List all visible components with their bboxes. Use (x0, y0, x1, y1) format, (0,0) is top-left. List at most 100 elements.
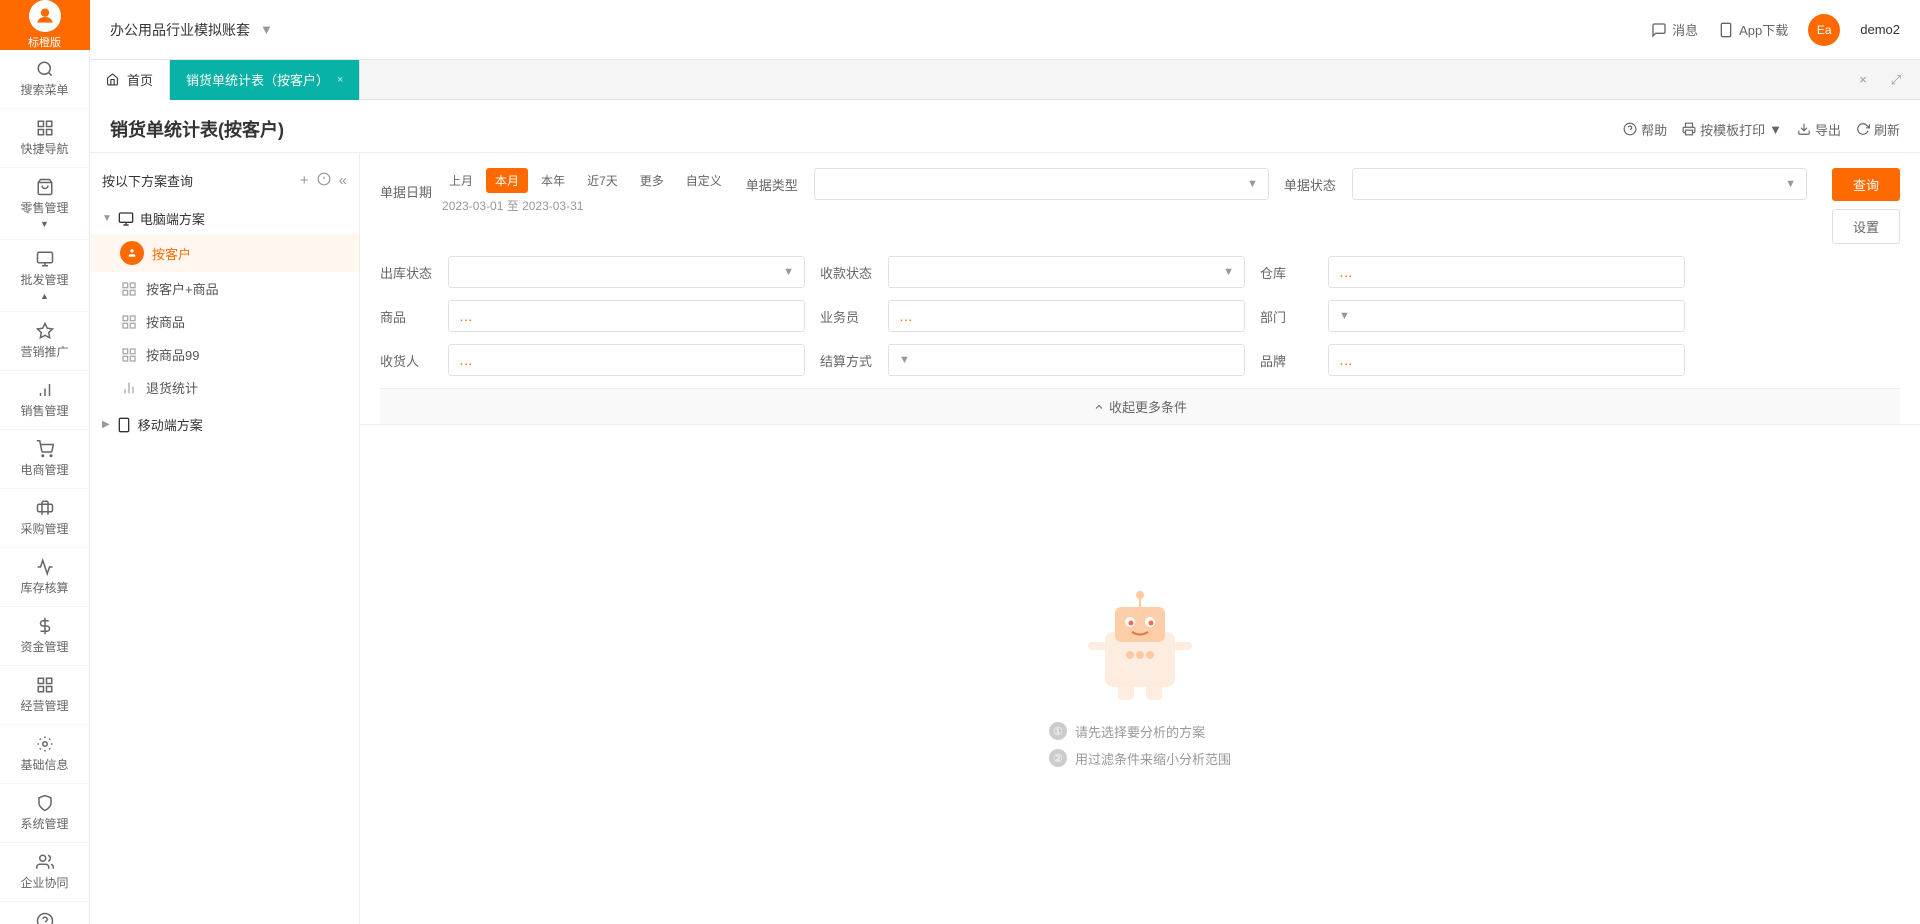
scheme-collapse-icon[interactable]: « (339, 172, 347, 189)
tab-close-button[interactable]: × (1849, 66, 1877, 94)
topbar: 办公用品行业模拟账套 ▼ 消息 App下载 Ea demo2 (90, 0, 1920, 60)
sidebar-item-inventory[interactable]: 库存核算 (0, 548, 90, 607)
staff-input[interactable]: … (888, 300, 1245, 332)
product-input[interactable]: … (448, 300, 805, 332)
date-btn-this-month[interactable]: 本月 (486, 168, 528, 193)
sidebar-item-sales[interactable]: 销售管理 (0, 371, 90, 430)
scheme-edit-icon[interactable] (317, 172, 331, 190)
scheme-add-icon[interactable]: + (300, 172, 309, 189)
out-status-label: 出库状态 (380, 263, 440, 282)
filter-area: 单据日期 上月 本月 本年 近7天 更多 自定义 2023-03-01 至 20… (360, 153, 1920, 425)
sidebar-item-search[interactable]: 搜索菜单 (0, 50, 90, 109)
sidebar-item-wholesale[interactable]: 批发管理 ▲ (0, 240, 90, 312)
receipt-status-input[interactable]: ▼ (888, 256, 1245, 288)
tab-sales-stats[interactable]: 销货单统计表（按客户） × (170, 60, 360, 100)
collapse-bar[interactable]: 收起更多条件 (380, 388, 1900, 424)
message-button[interactable]: 消息 (1651, 20, 1698, 39)
product-label: 商品 (380, 307, 440, 326)
doc-type-label: 单据类型 (746, 175, 806, 194)
consignee-label: 收货人 (380, 351, 440, 370)
date-btn-this-year[interactable]: 本年 (532, 168, 574, 193)
brand-input[interactable]: … (1328, 344, 1685, 376)
sidebar-item-ops[interactable]: 经营管理 (0, 666, 90, 725)
scheme-item-chart-icon (120, 379, 138, 397)
sidebar-item-nav[interactable]: 快捷导航 (0, 109, 90, 168)
sidebar-item-base[interactable]: 基础信息 (0, 725, 90, 784)
user-avatar[interactable]: Ea (1808, 14, 1840, 46)
filter-row-3: 商品 … 业务员 … 部门 ▼ (380, 300, 1900, 332)
filter-dept: 部门 ▼ (1260, 300, 1685, 332)
empty-state-tip-2: ② 用过滤条件来缩小分析范围 (1049, 749, 1231, 768)
help-button[interactable]: 帮助 (1623, 120, 1667, 139)
tab-home[interactable]: 首页 (90, 60, 170, 100)
filter-out-status: 出库状态 ▼ (380, 256, 805, 288)
print-button[interactable]: 按模板打印 ▼ (1682, 120, 1782, 139)
filter-warehouse: 仓库 … (1260, 256, 1685, 288)
scheme-item-product-99[interactable]: 按商品99 (90, 338, 359, 371)
logo[interactable]: 标橙版 (0, 0, 90, 50)
out-status-input[interactable]: ▼ (448, 256, 805, 288)
payment-label: 结算方式 (820, 351, 880, 370)
sidebar-item-purchase[interactable]: 采购管理 (0, 489, 90, 548)
tab-close-icon[interactable]: × (337, 74, 343, 86)
date-btn-custom[interactable]: 自定义 (677, 168, 731, 193)
scheme-group-mobile-expand-icon: ▶ (102, 419, 110, 430)
scheme-panel: 按以下方案查询 + « ▼ 电脑端方案 (90, 153, 360, 924)
active-dot (120, 241, 144, 265)
sidebar-item-retail[interactable]: 零售管理 ▼ (0, 168, 90, 240)
sidebar-item-newbie[interactable]: 新手引导 (0, 902, 90, 924)
brand-label: 品牌 (1260, 351, 1320, 370)
scheme-item-customer-product[interactable]: 按客户+商品 (90, 272, 359, 305)
date-btn-last-month[interactable]: 上月 (440, 168, 482, 193)
page-title: 销货单统计表(按客户) (110, 116, 284, 142)
scheme-group-mobile: ▶ 移动端方案 (90, 409, 359, 440)
sidebar-item-marketing[interactable]: 营销推广 (0, 312, 90, 371)
refresh-button[interactable]: 刷新 (1856, 120, 1900, 139)
scheme-item-by-customer[interactable]: 按客户 (90, 234, 359, 272)
tab-maximize-button[interactable]: ⤢ (1882, 66, 1910, 94)
tabbar-actions: × ⤢ (1849, 66, 1920, 94)
scheme-item-box-icon (120, 313, 138, 331)
filter-receipt-status: 收款状态 ▼ (820, 256, 1245, 288)
tab-home-label: 首页 (127, 70, 153, 89)
page-actions: 帮助 按模板打印 ▼ 导出 刷新 (1623, 120, 1900, 139)
staff-label: 业务员 (820, 307, 880, 326)
topbar-dropdown-icon[interactable]: ▼ (260, 22, 273, 37)
scheme-group-desktop-header[interactable]: ▼ 电脑端方案 (90, 203, 359, 234)
scheme-group-mobile-header[interactable]: ▶ 移动端方案 (90, 409, 359, 440)
app-download-button[interactable]: App下载 (1718, 20, 1788, 39)
payment-input[interactable]: ▼ (888, 344, 1245, 376)
scheme-item-returns[interactable]: 退货统计 (90, 371, 359, 404)
date-btn-last-7[interactable]: 近7天 (578, 168, 627, 193)
filter-row-4: 收货人 … 结算方式 ▼ 品牌 … (380, 344, 1900, 376)
settings-button[interactable]: 设置 (1832, 209, 1900, 244)
scheme-group-desktop: ▼ 电脑端方案 按客户 按客户+商品 (90, 203, 359, 404)
doc-type-input[interactable]: ▼ (814, 168, 1269, 200)
scheme-item-product[interactable]: 按商品 (90, 305, 359, 338)
warehouse-input[interactable]: … (1328, 256, 1685, 288)
date-filter: 单据日期 上月 本月 本年 近7天 更多 自定义 2023-03-01 至 20… (380, 168, 731, 214)
dept-input[interactable]: ▼ (1328, 300, 1685, 332)
receipt-status-dropdown-icon: ▼ (1223, 266, 1234, 278)
export-button[interactable]: 导出 (1797, 120, 1841, 139)
scheme-item-box99-icon (120, 346, 138, 364)
right-panel: 单据日期 上月 本月 本年 近7天 更多 自定义 2023-03-01 至 20… (360, 153, 1920, 924)
date-btn-more[interactable]: 更多 (631, 168, 673, 193)
consignee-input[interactable]: … (448, 344, 805, 376)
topbar-right: 消息 App下载 Ea demo2 (1651, 14, 1900, 46)
query-button[interactable]: 查询 (1832, 168, 1900, 201)
sidebar-item-ecommerce[interactable]: 电商管理 (0, 430, 90, 489)
sidebar-item-system[interactable]: 系统管理 (0, 784, 90, 843)
dept-dropdown-icon: ▼ (1339, 310, 1350, 322)
empty-state-tips: ① 请先选择要分析的方案 ② 用过滤条件来缩小分析范围 (1049, 722, 1231, 768)
filter-doc-status: 单据状态 ▼ (1284, 168, 1807, 200)
scheme-header: 按以下方案查询 + « (90, 163, 359, 198)
sidebar-item-finance[interactable]: 资金管理 (0, 607, 90, 666)
content-body: 按以下方案查询 + « ▼ 电脑端方案 (90, 153, 1920, 924)
doc-status-input[interactable]: ▼ (1352, 168, 1807, 200)
payment-dropdown-icon: ▼ (899, 354, 910, 366)
logo-text: 标橙版 (28, 34, 61, 50)
warehouse-label: 仓库 (1260, 263, 1320, 282)
sidebar-item-enterprise[interactable]: 企业协同 (0, 843, 90, 902)
empty-state: ① 请先选择要分析的方案 ② 用过滤条件来缩小分析范围 (360, 430, 1920, 924)
